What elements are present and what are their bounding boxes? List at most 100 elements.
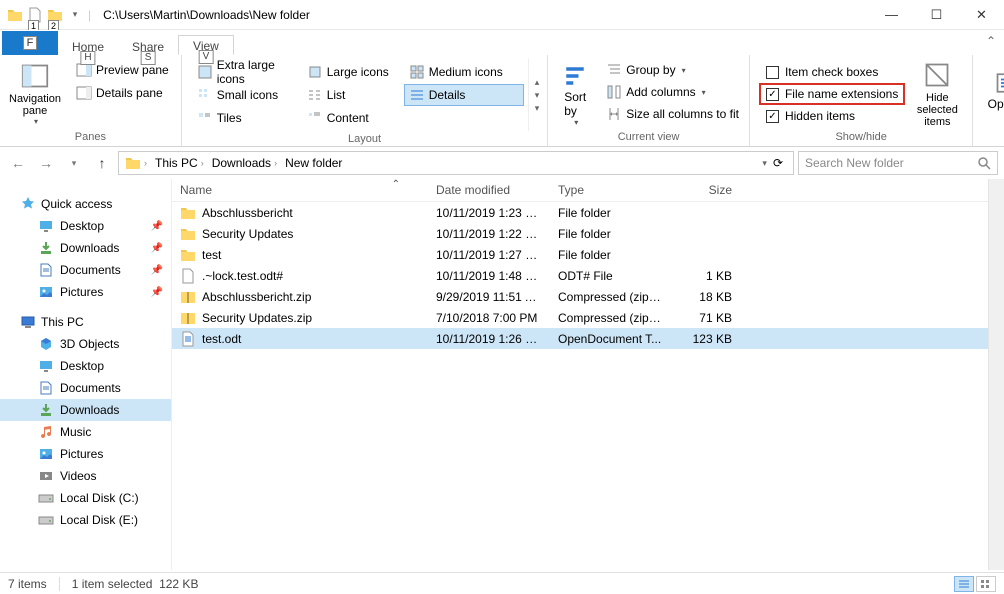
navigation-pane-button[interactable]: Navigation pane ▾ bbox=[6, 59, 64, 129]
tab-view[interactable]: ViewV bbox=[178, 35, 234, 55]
sidebar-item[interactable]: 3D Objects bbox=[0, 333, 171, 355]
downloads-icon bbox=[38, 402, 54, 418]
tab-home[interactable]: HomeH bbox=[58, 37, 118, 55]
sidebar-item[interactable]: Desktop bbox=[0, 355, 171, 377]
file-row[interactable]: Abschlussbericht.zip9/29/2019 11:51 AMCo… bbox=[172, 286, 988, 307]
file-row[interactable]: test10/11/2019 1:27 PMFile folder bbox=[172, 244, 988, 265]
group-label-current-view: Current view bbox=[554, 129, 743, 146]
file-row[interactable]: Security Updates.zip7/10/2018 7:00 PMCom… bbox=[172, 307, 988, 328]
layout-large-icons[interactable]: Large icons bbox=[302, 61, 400, 83]
tab-share[interactable]: ShareS bbox=[118, 37, 178, 55]
recent-button[interactable]: ▾ bbox=[62, 151, 86, 175]
sidebar-scrollbar[interactable] bbox=[988, 179, 1004, 570]
breadcrumb-box[interactable]: › This PC› Downloads› New folder ▾ ⟳ bbox=[118, 151, 794, 175]
search-input[interactable]: Search New folder bbox=[798, 151, 998, 175]
ribbon-tabs: F HomeH ShareS ViewV ⌃ bbox=[0, 30, 1004, 55]
up-button[interactable]: ↑ bbox=[90, 151, 114, 175]
status-bar: 7 items 1 item selected 122 KB bbox=[0, 572, 1004, 594]
tab-file[interactable]: F bbox=[2, 31, 58, 55]
layout-small-icons[interactable]: Small icons bbox=[192, 84, 298, 106]
qat-btn-1[interactable]: 1 bbox=[26, 4, 44, 26]
view-details-button[interactable] bbox=[954, 576, 974, 592]
layout-details[interactable]: Details bbox=[404, 84, 524, 106]
pin-icon: 📌 bbox=[151, 243, 163, 254]
sidebar-item[interactable]: Downloads📌 bbox=[0, 237, 171, 259]
pictures-icon bbox=[38, 446, 54, 462]
desktop-icon bbox=[38, 358, 54, 374]
file-icon bbox=[180, 268, 196, 284]
crumb-this-pc[interactable]: This PC› bbox=[151, 156, 208, 170]
disk-icon bbox=[38, 512, 54, 528]
file-row[interactable]: .~lock.test.odt#10/11/2019 1:48 PMODT# F… bbox=[172, 265, 988, 286]
address-bar: ← → ▾ ↑ › This PC› Downloads› New folder… bbox=[0, 147, 1004, 179]
file-row[interactable]: Abschlussbericht10/11/2019 1:23 PMFile f… bbox=[172, 202, 988, 223]
crumb-downloads[interactable]: Downloads› bbox=[208, 156, 281, 170]
layout-scroll[interactable]: ▴▾▾ bbox=[528, 59, 542, 131]
sidebar-item[interactable]: Pictures📌 bbox=[0, 281, 171, 303]
size-columns-button[interactable]: Size all columns to fit bbox=[602, 103, 743, 125]
qat-btn-2[interactable]: 2 bbox=[46, 4, 64, 26]
file-row[interactable]: test.odt10/11/2019 1:26 PMOpenDocument T… bbox=[172, 328, 988, 349]
pin-icon: 📌 bbox=[151, 221, 163, 232]
layout-tiles[interactable]: Tiles bbox=[192, 107, 298, 129]
minimize-button[interactable]: — bbox=[869, 0, 914, 30]
disk-icon bbox=[38, 490, 54, 506]
file-row[interactable]: Security Updates10/11/2019 1:22 PMFile f… bbox=[172, 223, 988, 244]
forward-button[interactable]: → bbox=[34, 151, 58, 175]
zip-icon bbox=[180, 289, 196, 305]
sidebar-quick-access[interactable]: Quick access bbox=[0, 193, 171, 215]
back-button[interactable]: ← bbox=[6, 151, 30, 175]
col-date[interactable]: Date modified bbox=[428, 183, 550, 197]
col-size[interactable]: Size bbox=[670, 183, 740, 197]
layout-content[interactable]: Content bbox=[302, 107, 400, 129]
sidebar-item[interactable]: Local Disk (E:) bbox=[0, 509, 171, 531]
folder-icon bbox=[180, 205, 196, 221]
group-label-panes: Panes bbox=[6, 129, 175, 146]
pin-icon: 📌 bbox=[151, 287, 163, 298]
group-by-button[interactable]: Group by▾ bbox=[602, 59, 743, 81]
ribbon-view: Navigation pane ▾ Preview pane Details p… bbox=[0, 55, 1004, 147]
qat-folder-icon bbox=[6, 4, 24, 26]
sort-by-button[interactable]: Sort by ▾ bbox=[554, 59, 596, 129]
sidebar-item[interactable]: Videos bbox=[0, 465, 171, 487]
history-dropdown[interactable]: ▾ bbox=[762, 158, 767, 169]
sidebar-item[interactable]: Documents📌 bbox=[0, 259, 171, 281]
sidebar-item[interactable]: Pictures bbox=[0, 443, 171, 465]
ribbon-collapse-button[interactable]: ⌃ bbox=[986, 34, 996, 48]
col-name[interactable]: Name⌃ bbox=[172, 183, 428, 197]
qat-dropdown[interactable]: ▾ bbox=[66, 4, 84, 26]
documents-icon bbox=[38, 262, 54, 278]
sidebar-item[interactable]: Desktop📌 bbox=[0, 215, 171, 237]
layout-medium-icons[interactable]: Medium icons bbox=[404, 61, 524, 83]
file-extensions-toggle[interactable]: ✓File name extensions bbox=[759, 83, 905, 105]
checkbox-icon: ✓ bbox=[766, 88, 779, 101]
folder-icon bbox=[180, 247, 196, 263]
view-icons-button[interactable] bbox=[976, 576, 996, 592]
videos-icon bbox=[38, 468, 54, 484]
maximize-button[interactable]: ☐ bbox=[914, 0, 959, 30]
window-titlebar: 1 2 ▾ | C:\Users\Martin\Downloads\New fo… bbox=[0, 0, 1004, 30]
layout-extra-large-icons[interactable]: Extra large icons bbox=[192, 61, 298, 83]
hidden-items-toggle[interactable]: ✓Hidden items bbox=[760, 105, 904, 127]
layout-list[interactable]: List bbox=[302, 84, 400, 106]
desktop-icon bbox=[38, 218, 54, 234]
col-type[interactable]: Type bbox=[550, 183, 670, 197]
music-icon bbox=[38, 424, 54, 440]
item-checkboxes-toggle[interactable]: Item check boxes bbox=[760, 61, 904, 83]
refresh-button[interactable]: ⟳ bbox=[769, 156, 787, 170]
status-selection: 1 item selected 122 KB bbox=[72, 577, 199, 591]
sidebar-item[interactable]: Downloads bbox=[0, 399, 171, 421]
sidebar-item[interactable]: Music bbox=[0, 421, 171, 443]
sidebar-item[interactable]: Local Disk (C:) bbox=[0, 487, 171, 509]
pictures-icon bbox=[38, 284, 54, 300]
add-columns-button[interactable]: Add columns▾ bbox=[602, 81, 743, 103]
window-title: C:\Users\Martin\Downloads\New folder bbox=[93, 8, 869, 22]
hide-selected-button[interactable]: Hide selected items bbox=[908, 59, 966, 129]
status-item-count: 7 items bbox=[8, 577, 60, 591]
details-pane-button[interactable]: Details pane bbox=[70, 82, 175, 104]
sidebar-this-pc[interactable]: This PC bbox=[0, 311, 171, 333]
close-button[interactable]: ✕ bbox=[959, 0, 1004, 30]
sidebar-item[interactable]: Documents bbox=[0, 377, 171, 399]
options-button[interactable]: Options ▾ bbox=[979, 59, 1004, 129]
crumb-new-folder[interactable]: New folder bbox=[281, 156, 346, 170]
